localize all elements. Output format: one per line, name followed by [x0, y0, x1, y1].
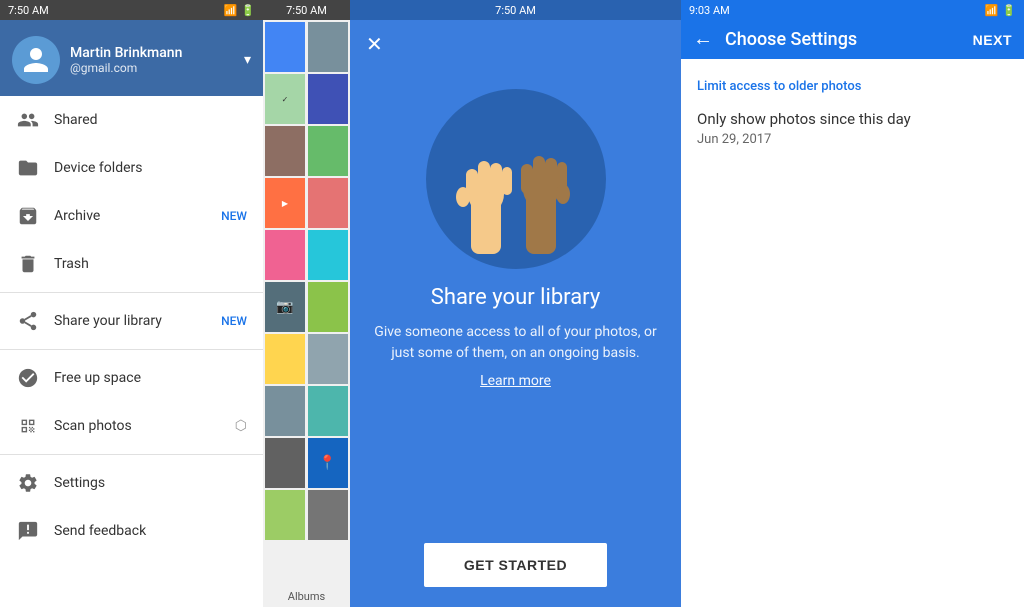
grid-photo-4[interactable] [308, 74, 348, 124]
sidebar-label-free-space: Free up space [54, 370, 247, 386]
share-library-icon [16, 309, 40, 333]
avatar [12, 36, 60, 84]
status-bar-settings: 9:03 AM 📶 🔋 [681, 0, 1024, 20]
external-link-icon: ⬡ [235, 418, 247, 434]
sidebar-label-scan-photos: Scan photos [54, 418, 221, 434]
dropdown-arrow-icon[interactable]: ▾ [244, 52, 251, 68]
sidebar-label-share-library: Share your library [54, 313, 207, 329]
sidebar-item-send-feedback[interactable]: Send feedback [0, 507, 263, 555]
share-illustration [350, 69, 681, 285]
grid-photo-16[interactable] [308, 386, 348, 436]
sidebar-label-shared: Shared [54, 112, 247, 128]
sidebar-nav: Shared Device folders Archive NEW Trash [0, 96, 263, 607]
sidebar-label-settings: Settings [54, 475, 247, 491]
settings-panel: 9:03 AM 📶 🔋 ← Choose Settings NEXT Limit… [681, 0, 1024, 607]
sidebar-item-archive[interactable]: Archive NEW [0, 192, 263, 240]
nav-divider-2 [0, 349, 263, 350]
sidebar-item-settings[interactable]: Settings [0, 459, 263, 507]
status-time-settings: 9:03 AM [689, 4, 730, 17]
grid-photo-14[interactable] [308, 334, 348, 384]
feedback-icon [16, 519, 40, 543]
settings-option-label: Only show photos since this day [697, 110, 1008, 128]
grid-photo-19[interactable] [265, 490, 305, 540]
photos-grid-panel: 7:50 AM ✓ ▶ 📷 📍 Albums [263, 0, 350, 607]
grid-photo-10[interactable] [308, 230, 348, 280]
grid-bottom-label: Albums [263, 590, 350, 603]
status-time-sidebar: 7:50 AM [8, 4, 49, 17]
status-bar-share: 7:50 AM [350, 0, 681, 20]
settings-title: Choose Settings [725, 29, 961, 50]
grid-photo-7[interactable]: ▶ [265, 178, 305, 228]
share-library-badge: NEW [221, 314, 247, 328]
status-time-share: 7:50 AM [495, 4, 536, 17]
archive-icon [16, 204, 40, 228]
status-bar-sidebar: 7:50 AM 📶 🔋 [0, 0, 263, 20]
share-toolbar: ✕ [350, 20, 681, 69]
sidebar-label-trash: Trash [54, 256, 247, 272]
scan-photos-icon [16, 414, 40, 438]
sidebar-item-device-folders[interactable]: Device folders [0, 144, 263, 192]
archive-badge: NEW [221, 209, 247, 223]
free-space-icon [16, 366, 40, 390]
grid-photo-15[interactable] [265, 386, 305, 436]
user-email: @gmail.com [70, 61, 234, 75]
sidebar-label-archive: Archive [54, 208, 207, 224]
get-started-button[interactable]: GET STARTED [424, 543, 607, 587]
user-info: Martin Brinkmann @gmail.com [70, 45, 234, 75]
share-content: Share your library Give someone access t… [350, 285, 681, 523]
grid-photo-8[interactable] [308, 178, 348, 228]
status-time-grid: 7:50 AM [286, 4, 327, 17]
grid-photo-3[interactable]: ✓ [265, 74, 305, 124]
settings-option: Only show photos since this day Jun 29, … [681, 102, 1024, 163]
user-name: Martin Brinkmann [70, 45, 234, 61]
nav-divider-1 [0, 292, 263, 293]
folder-icon [16, 156, 40, 180]
sidebar-panel: 7:50 AM 📶 🔋 Martin Brinkmann @gmail.com … [0, 0, 263, 607]
close-button[interactable]: ✕ [362, 28, 387, 61]
sidebar-item-trash[interactable]: Trash [0, 240, 263, 288]
next-button[interactable]: NEXT [973, 32, 1012, 48]
status-bar-grid: 7:50 AM [263, 0, 350, 20]
trash-icon [16, 252, 40, 276]
settings-icon [16, 471, 40, 495]
sidebar-label-send-feedback: Send feedback [54, 523, 247, 539]
holding-hands-icon [436, 99, 596, 259]
sidebar-item-share-library[interactable]: Share your library NEW [0, 297, 263, 345]
status-icons-sidebar: 📶 🔋 [224, 4, 255, 17]
nav-divider-3 [0, 454, 263, 455]
settings-section-title: Limit access to older photos [681, 59, 1024, 102]
grid-photo-18[interactable]: 📍 [308, 438, 348, 488]
share-title: Share your library [374, 285, 657, 310]
grid-photo-17[interactable] [265, 438, 305, 488]
grid-photo-2[interactable] [308, 22, 348, 72]
learn-more-link[interactable]: Learn more [480, 373, 551, 389]
share-description: Give someone access to all of your photo… [374, 322, 657, 364]
grid-photo-5[interactable] [265, 126, 305, 176]
sidebar-item-scan-photos[interactable]: Scan photos ⬡ [0, 402, 263, 450]
user-header[interactable]: Martin Brinkmann @gmail.com ▾ [0, 20, 263, 96]
grid-photo-6[interactable] [308, 126, 348, 176]
settings-option-value: Jun 29, 2017 [697, 132, 1008, 147]
back-button[interactable]: ← [693, 28, 713, 51]
status-icons-settings: 📶 🔋 [985, 4, 1016, 17]
people-icon [16, 108, 40, 132]
settings-toolbar: ← Choose Settings NEXT [681, 20, 1024, 59]
user-avatar-icon [21, 45, 51, 75]
sidebar-item-shared[interactable]: Shared [0, 96, 263, 144]
grid-photo-9[interactable] [265, 230, 305, 280]
grid-photos: ✓ ▶ 📷 📍 [263, 20, 350, 542]
grid-photo-1[interactable] [265, 22, 305, 72]
grid-photo-11[interactable]: 📷 [265, 282, 305, 332]
sidebar-label-device-folders: Device folders [54, 160, 247, 176]
grid-photo-20[interactable] [308, 490, 348, 540]
grid-photo-12[interactable] [308, 282, 348, 332]
grid-photo-13[interactable] [265, 334, 305, 384]
hands-illustration [426, 89, 606, 269]
sidebar-item-free-space[interactable]: Free up space [0, 354, 263, 402]
share-library-panel: 7:50 AM ✕ [350, 0, 681, 607]
